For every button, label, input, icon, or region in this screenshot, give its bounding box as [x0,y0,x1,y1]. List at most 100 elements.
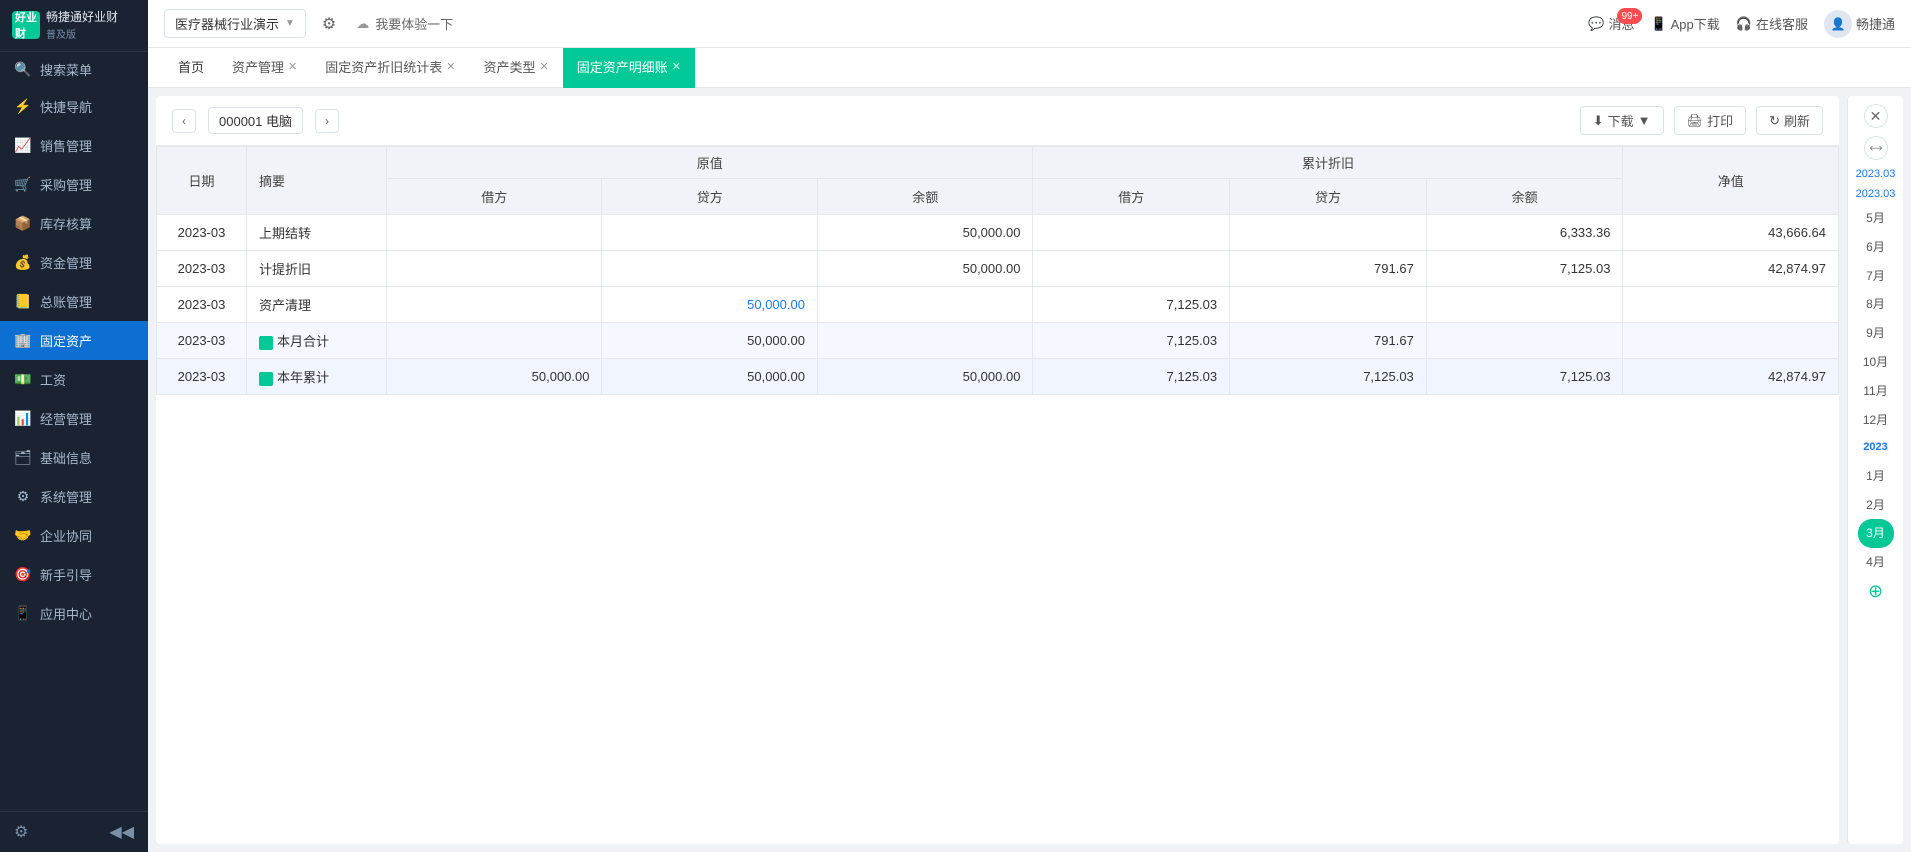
tabs-bar: 首页 资产管理 ✕ 固定资产折旧统计表 ✕ 资产类型 ✕ 固定资产明细账 ✕ [148,48,1911,88]
app-download-label: App下载 [1671,14,1720,33]
cal-month-item[interactable]: 7月 [1859,262,1892,291]
settings-icon[interactable]: ⚙ [14,822,28,842]
table-cell [1426,323,1623,359]
cal-month-item[interactable]: 10月 [1859,348,1892,377]
cal-month-item[interactable]: 8月 [1859,290,1892,319]
table-cell [387,287,602,323]
collapse-icon[interactable]: ◀◀ [109,822,134,842]
purchase-icon: 🛒 [14,176,32,193]
sidebar-item-payroll[interactable]: 💵 工资 [0,360,148,399]
refresh-btn[interactable]: ↻ 刷新 [1756,106,1823,135]
sidebar-label-guide: 新手引导 [40,565,92,584]
ledger-icon: 📒 [14,293,32,310]
tab-asset-type[interactable]: 资产类型 ✕ [469,48,562,88]
basic-info-icon: 🗂 [14,449,32,466]
tab-asset-detail-close[interactable]: ✕ [672,60,681,73]
cal-month-item[interactable]: 12月 [1859,406,1892,435]
table-cell: 42,874.97 [1623,359,1839,395]
table-cell: 791.67 [1230,323,1427,359]
table-wrap: 日期 摘要 原值 累计折旧 净值 借方 贷方 余额 借方 贷方 余额 [156,146,1839,844]
sidebar-label-basic-info: 基础信息 [40,448,92,467]
print-label: 打印 [1707,111,1733,130]
sidebar-label-fixed-assets: 固定资产 [40,331,92,350]
cal-year-label[interactable]: 2023 [1848,434,1903,461]
table-cell: 791.67 [1230,251,1427,287]
table-cell: 7,125.03 [1033,323,1230,359]
sidebar-label-system: 系统管理 [40,487,92,506]
cal-month-item[interactable]: 3月 [1858,519,1894,548]
tab-asset-type-close[interactable]: ✕ [540,60,549,73]
settings-gear-icon[interactable]: ⚙ [318,10,340,38]
cal-month-item[interactable]: 11月 [1859,377,1892,406]
th-original-value: 原值 [387,147,1033,179]
th-ad-credit: 贷方 [1230,179,1427,215]
quick-nav-icon: ⚡ [14,98,32,115]
sidebar-item-ledger[interactable]: 📒 总账管理 [0,282,148,321]
logo-area: 好业财 畅捷通好业财 普及版 [0,0,148,52]
cal-top-label-2[interactable]: 2023.03 [1856,184,1896,204]
tab-asset-detail[interactable]: 固定资产明细账 ✕ [563,48,695,88]
cal-month-item[interactable]: 6月 [1859,233,1892,262]
table-cell [602,215,817,251]
table-cell-date: 2023-03 [157,215,247,251]
online-service-btn[interactable]: 🎧 在线客服 [1736,14,1808,33]
tab-depreciation[interactable]: 固定资产折旧统计表 ✕ [311,48,469,88]
message-btn[interactable]: 💬 消息 99+ [1588,14,1634,33]
sidebar-item-operations[interactable]: 📊 经营管理 [0,399,148,438]
sidebar-item-guide[interactable]: 🎯 新手引导 [0,555,148,594]
sidebar-item-purchase[interactable]: 🛒 采购管理 [0,165,148,204]
cal-current-months: 1月2月3月4月 [1858,462,1894,577]
download-arrow-icon: ▼ [1638,113,1651,128]
table-cell-summary: 上期结转 [247,215,387,251]
next-arrow[interactable]: › [315,109,339,133]
sidebar-item-search[interactable]: 🔍 搜索菜单 [0,52,148,87]
table-cell [817,323,1032,359]
tab-home[interactable]: 首页 [164,48,218,88]
asset-code-tag: 000001 电脑 [208,107,303,134]
sidebar-item-apps[interactable]: 📱 应用中心 [0,594,148,633]
sidebar-item-basic-info[interactable]: 🗂 基础信息 [0,438,148,477]
tab-asset-mgmt[interactable]: 资产管理 ✕ [218,48,311,88]
prev-arrow[interactable]: ‹ [172,109,196,133]
message-icon: 💬 [1588,16,1604,32]
print-btn[interactable]: 🖨 打印 [1674,106,1747,135]
cal-top-label-1[interactable]: 2023.03 [1856,164,1896,184]
sidebar-label-ledger: 总账管理 [40,292,92,311]
logo-icon: 好业财 [12,11,40,39]
cal-month-item[interactable]: 5月 [1859,204,1892,233]
download-btn[interactable]: ⬇ 下载 ▼ [1580,106,1664,135]
download-icon: ⬇ [1593,113,1604,129]
sidebar-item-sales[interactable]: 📈 销售管理 [0,126,148,165]
cal-prev-months: 5月6月7月8月9月10月11月12月 [1859,204,1892,434]
user-btn[interactable]: 👤 畅捷通 [1824,10,1895,38]
table-cell: 7,125.03 [1426,359,1623,395]
th-ad-balance: 余额 [1426,179,1623,215]
table-cell-date: 2023-03 [157,251,247,287]
cal-month-item[interactable]: 9月 [1859,319,1892,348]
experience-btn[interactable]: ☁ 我要体验一下 [356,14,453,33]
sidebar-item-inventory[interactable]: 📦 库存核算 [0,204,148,243]
company-name: 医疗器械行业演示 [175,14,279,33]
table-cell: 50,000.00 [817,215,1032,251]
sidebar-item-quick-nav[interactable]: ⚡ 快捷导航 [0,87,148,126]
calendar-expand-btn[interactable]: ⤢ [1859,131,1893,165]
cal-down-arrow[interactable]: ⊕ [1868,581,1883,602]
sidebar-item-finance[interactable]: 💰 资金管理 [0,243,148,282]
cal-month-item[interactable]: 4月 [1858,548,1894,577]
calendar-close-btn[interactable]: ✕ [1864,104,1888,128]
sidebar-item-fixed-assets[interactable]: 🏢 固定资产 [0,321,148,360]
sidebar-item-collab[interactable]: 🤝 企业协同 [0,516,148,555]
toolbar-actions: ⬇ 下载 ▼ 🖨 打印 ↻ 刷新 [1580,106,1823,135]
experience-icon: ☁ [356,16,369,32]
company-selector[interactable]: 医疗器械行业演示 ▼ [164,9,306,38]
sidebar-label-payroll: 工资 [40,370,66,389]
sidebar-item-system[interactable]: ⚙ 系统管理 [0,477,148,516]
cal-month-item[interactable]: 1月 [1858,462,1894,491]
sidebar: 好业财 畅捷通好业财 普及版 🔍 搜索菜单 ⚡ 快捷导航 📈 销售管理 🛒 采购… [0,0,148,852]
payroll-icon: 💵 [14,371,32,388]
refresh-label: 刷新 [1784,111,1810,130]
cal-month-item[interactable]: 2月 [1858,491,1894,520]
app-download-btn[interactable]: 📱 App下载 [1650,14,1719,33]
tab-depreciation-close[interactable]: ✕ [446,60,455,73]
tab-asset-mgmt-close[interactable]: ✕ [288,60,297,73]
